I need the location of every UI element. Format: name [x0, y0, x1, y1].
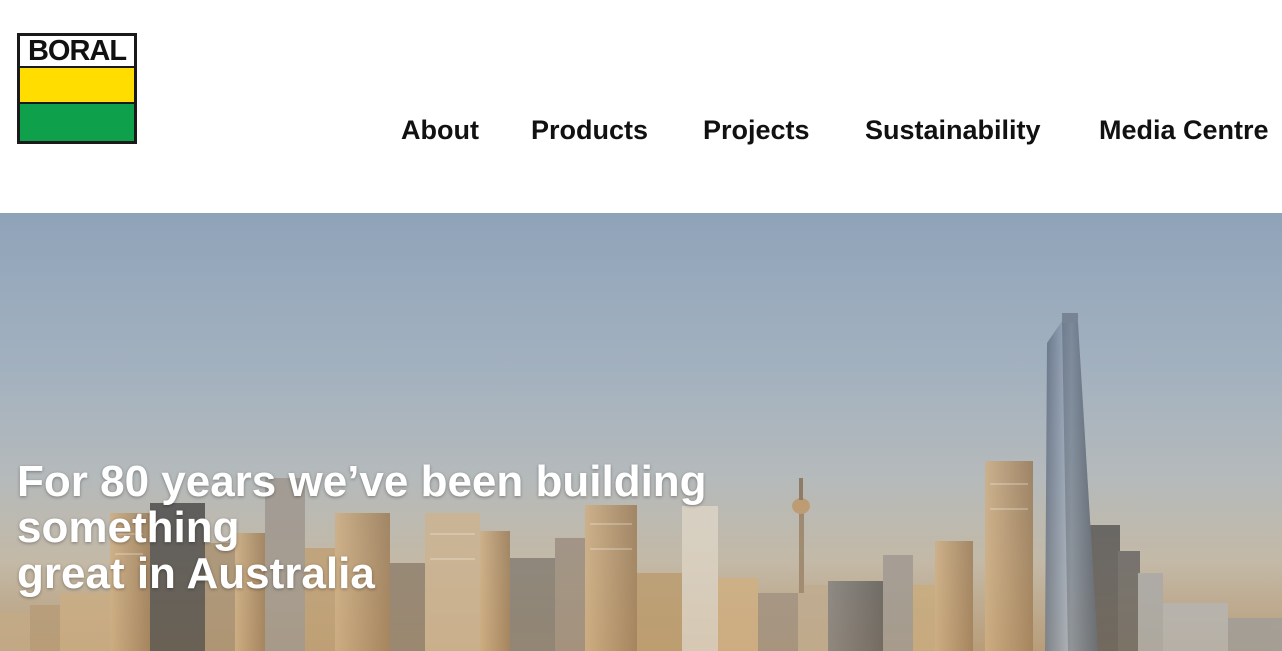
hero-heading: For 80 years we’ve been building somethi… [17, 459, 937, 597]
nav-item-products[interactable]: Products [531, 113, 648, 147]
main-nav: About Products Projects Sustainability M… [0, 113, 1282, 147]
logo-yellow-band [20, 68, 134, 102]
nav-item-about[interactable]: About [401, 113, 479, 147]
nav-item-sustainability[interactable]: Sustainability [865, 113, 1041, 147]
logo-wordmark: BORAL [20, 36, 134, 66]
site-header: BORAL About Products Projects Sustainabi… [0, 0, 1282, 213]
hero-heading-line-1: For 80 years we’ve been building somethi… [17, 457, 707, 552]
hero-heading-line-2: great in Australia [17, 549, 375, 598]
nav-item-projects[interactable]: Projects [703, 113, 810, 147]
nav-item-media-centre[interactable]: Media Centre [1099, 113, 1269, 147]
